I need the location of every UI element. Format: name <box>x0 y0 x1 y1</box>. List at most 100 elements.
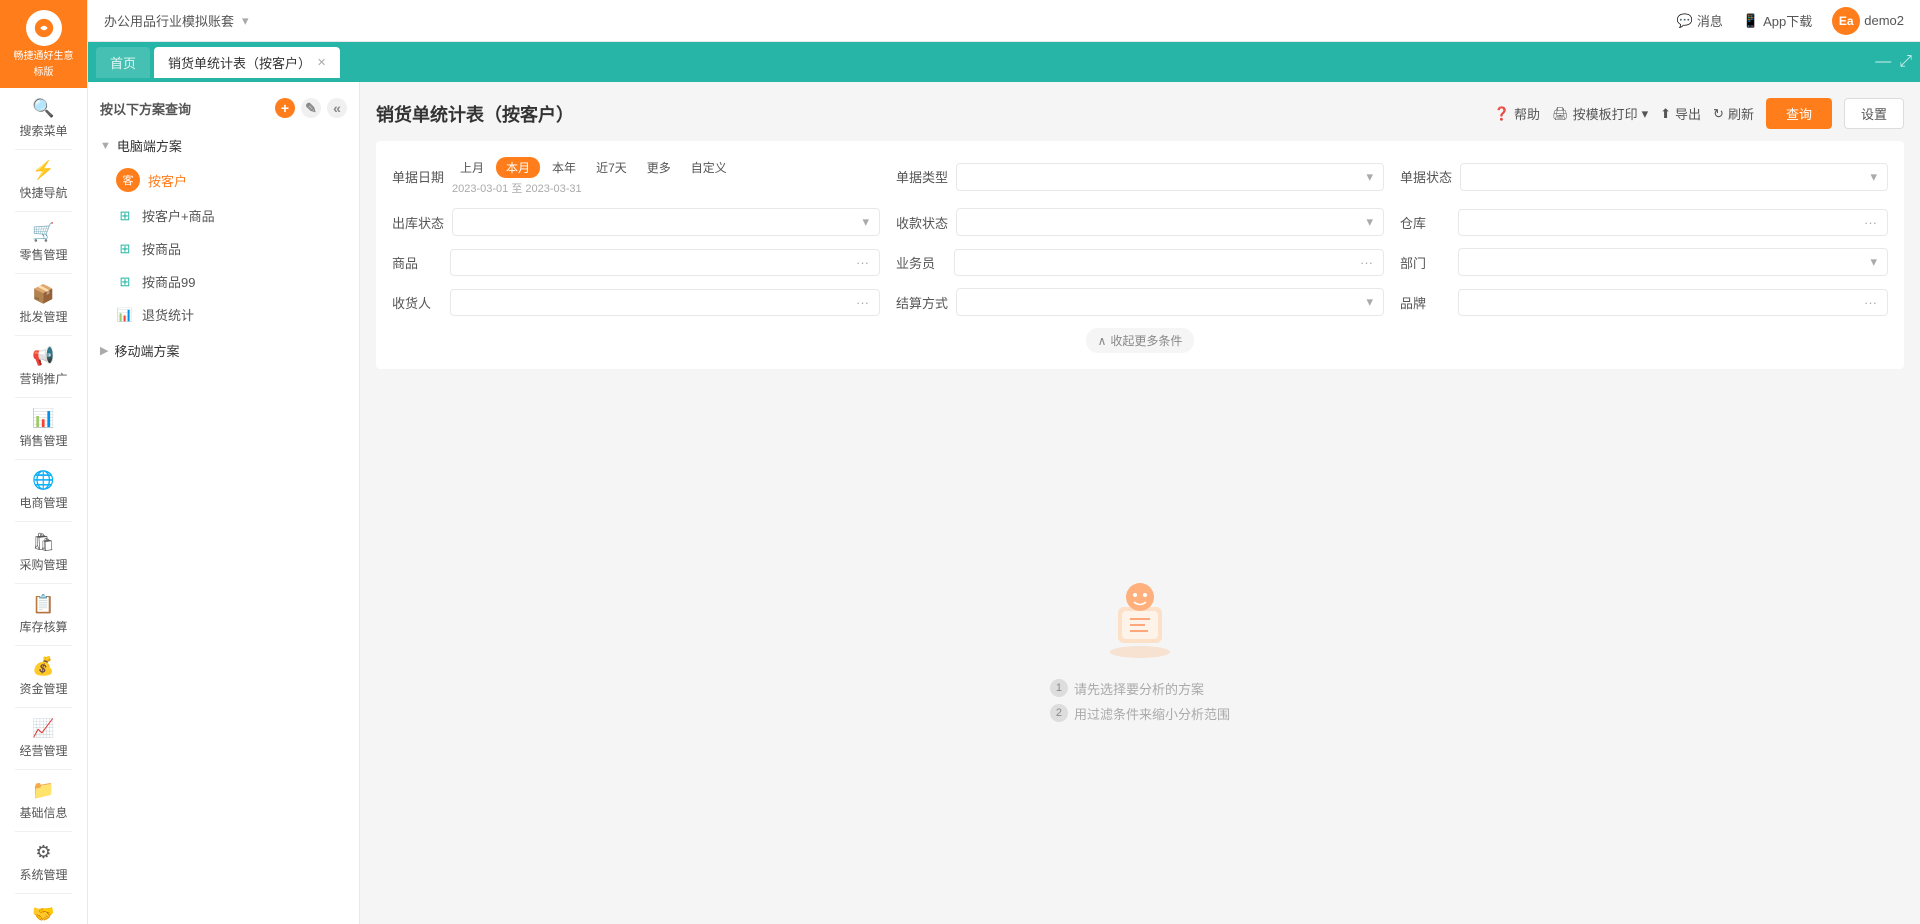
finance-label: 资金管理 <box>19 680 67 697</box>
sidebar-item-finance[interactable]: 💰 资金管理 <box>15 646 71 708</box>
edit-scheme-btn[interactable]: ✎ <box>301 98 321 118</box>
sidebar-item-search-menu[interactable]: 🔍 搜索菜单 <box>15 88 71 150</box>
tab-sales-stats[interactable]: 销货单统计表（按客户） ✕ <box>154 47 340 78</box>
tree-item-return-stats[interactable]: 📊 退货统计 <box>88 298 359 331</box>
marketing-icon: 📢 <box>32 346 54 367</box>
operations-icon: 📈 <box>32 718 54 739</box>
department-dropdown-icon: ▾ <box>1870 254 1877 270</box>
help-btn[interactable]: ❓ 帮助 <box>1494 104 1540 123</box>
sidebar-item-enterprise-collab[interactable]: 🤝 企业协同 <box>15 894 71 924</box>
tree-item-by-customer-goods[interactable]: ⊞ 按客户+商品 <box>88 199 359 232</box>
sales-mgmt-icon: 📊 <box>32 408 54 429</box>
filter-brand-control[interactable]: ··· <box>1458 289 1888 316</box>
sidebar-item-purchase-mgmt[interactable]: 🛍 采购管理 <box>15 522 71 584</box>
tabbar: 首页 销货单统计表（按客户） ✕ — ⤢ <box>88 42 1920 82</box>
user-avatar: Ea <box>1832 7 1860 35</box>
finance-icon: 💰 <box>32 656 54 677</box>
tree-section-mobile-header[interactable]: ▶ 移动端方案 <box>88 335 359 366</box>
filter-department-control[interactable]: ▾ <box>1458 248 1888 276</box>
help-label: 帮助 <box>1514 104 1540 123</box>
left-panel-actions: + ✎ « <box>275 98 347 118</box>
tree-item-by-goods-99[interactable]: ⊞ 按商品99 <box>88 265 359 298</box>
sidebar-item-sales-mgmt[interactable]: 📊 销售管理 <box>15 398 71 460</box>
mobile-section-label: 移动端方案 <box>114 341 179 360</box>
collapse-panel-btn[interactable]: « <box>327 98 347 118</box>
tab-home[interactable]: 首页 <box>96 47 150 78</box>
by-customer-goods-icon: ⊞ <box>116 207 134 225</box>
filter-salesperson-item: 业务员 ··· <box>896 249 1384 276</box>
enterprise-collab-icon: 🤝 <box>32 904 54 924</box>
tab-home-label: 首页 <box>110 53 136 72</box>
message-btn[interactable]: 💬 消息 <box>1677 11 1723 30</box>
sidebar-item-retail-mgmt[interactable]: 🛒 零售管理 <box>15 212 71 274</box>
filter-settlement-control[interactable]: ▾ <box>956 288 1384 316</box>
filter-order-type-label: 单据类型 <box>896 167 948 186</box>
sidebar-item-inventory[interactable]: 📋 库存核算 <box>15 584 71 646</box>
date-custom-btn[interactable]: 自定义 <box>683 157 735 178</box>
tab-sales-stats-label: 销货单统计表（按客户） <box>168 53 311 72</box>
sidebar-item-basic-info[interactable]: 📁 基础信息 <box>15 770 71 832</box>
sidebar-item-quick-nav[interactable]: ⚡ 快捷导航 <box>15 150 71 212</box>
filter-receiver-label: 收货人 <box>392 293 442 312</box>
settings-btn[interactable]: 设置 <box>1844 98 1904 129</box>
tree-section-desktop-header[interactable]: ▼ 电脑端方案 <box>88 130 359 161</box>
filter-order-status-label: 单据状态 <box>1400 167 1452 186</box>
left-panel-title: 按以下方案查询 <box>100 99 191 118</box>
tip-num-2: 2 <box>1050 704 1068 722</box>
tab-close-icon[interactable]: ✕ <box>317 56 326 69</box>
sidebar-item-ecommerce[interactable]: 🌐 电商管理 <box>15 460 71 522</box>
app-download-label: App下载 <box>1763 11 1812 30</box>
date-range-text: 2023-03-01 至 2023-03-31 <box>452 180 880 196</box>
return-stats-label: 退货统计 <box>142 305 194 324</box>
app-download-icon: 📱 <box>1743 13 1759 29</box>
date-more-btn[interactable]: 更多 <box>639 157 679 178</box>
date-7days-btn[interactable]: 近7天 <box>588 157 635 178</box>
sidebar-item-wholesale-mgmt[interactable]: 📦 批发管理 <box>15 274 71 336</box>
page-actions: ❓ 帮助 🖨 按模板打印 ▾ ⬆ 导出 ↻ 刷新 <box>1494 98 1904 129</box>
collapse-label: 收起更多条件 <box>1110 332 1182 349</box>
filter-receiver-control[interactable]: ··· <box>450 289 880 316</box>
sidebar-item-operations[interactable]: 📈 经营管理 <box>15 708 71 770</box>
tabbar-controls: — ⤢ <box>1875 53 1912 71</box>
quick-nav-icon: ⚡ <box>32 160 54 181</box>
filter-goods-label: 商品 <box>392 253 442 272</box>
print-icon: 🖨 <box>1552 106 1569 122</box>
filter-order-type-control[interactable]: ▾ <box>956 163 1384 191</box>
tree-item-by-goods[interactable]: ⊞ 按商品 <box>88 232 359 265</box>
filter-department-label: 部门 <box>1400 253 1450 272</box>
filter-brand-item: 品牌 ··· <box>1400 289 1888 316</box>
date-current-month-btn[interactable]: 本月 <box>496 157 540 178</box>
tree-item-by-customer[interactable]: 客 按客户 <box>88 161 359 199</box>
filter-salesperson-control[interactable]: ··· <box>954 249 1384 276</box>
sidebar-item-system-mgmt[interactable]: ⚙ 系统管理 <box>15 832 71 894</box>
settlement-dropdown-icon: ▾ <box>1366 294 1373 310</box>
print-btn[interactable]: 🖨 按模板打印 ▾ <box>1552 104 1648 123</box>
app-download-btn[interactable]: 📱 App下载 <box>1743 11 1812 30</box>
by-goods-icon: ⊞ <box>116 240 134 258</box>
date-current-year-btn[interactable]: 本年 <box>544 157 584 178</box>
query-btn[interactable]: 查询 <box>1766 98 1832 129</box>
filter-out-status-label: 出库状态 <box>392 213 444 232</box>
return-stats-icon: 📊 <box>116 306 134 324</box>
sidebar-item-marketing[interactable]: 📢 营销推广 <box>15 336 71 398</box>
filter-order-status-control[interactable]: ▾ <box>1460 163 1888 191</box>
filter-warehouse-control[interactable]: ··· <box>1458 209 1888 236</box>
filter-row-2: 出库状态 ▾ 收款状态 ▾ 仓库 ··· <box>392 208 1888 236</box>
filter-goods-control[interactable]: ··· <box>450 249 880 276</box>
by-goods-99-icon: ⊞ <box>116 273 134 291</box>
user-menu[interactable]: Ea demo2 <box>1832 7 1904 35</box>
export-btn[interactable]: ⬆ 导出 <box>1660 104 1701 123</box>
date-prev-month-btn[interactable]: 上月 <box>452 157 492 178</box>
topbar-left: 办公用品行业模拟账套 ▾ <box>104 11 249 30</box>
filter-out-status-control[interactable]: ▾ <box>452 208 880 236</box>
collapse-conditions-btn[interactable]: ∧ 收起更多条件 <box>1086 328 1195 353</box>
refresh-btn[interactable]: ↻ 刷新 <box>1713 104 1754 123</box>
tab-maximize-icon[interactable]: ⤢ <box>1899 53 1912 71</box>
filter-pay-status-control[interactable]: ▾ <box>956 208 1384 236</box>
add-scheme-btn[interactable]: + <box>275 98 295 118</box>
topbar-dropdown-icon[interactable]: ▾ <box>242 13 249 29</box>
filter-settlement-label: 结算方式 <box>896 293 948 312</box>
app-name: 畅捷通好生意 <box>14 50 74 63</box>
filter-receiver-item: 收货人 ··· <box>392 289 880 316</box>
tab-minimize-icon[interactable]: — <box>1875 53 1891 71</box>
